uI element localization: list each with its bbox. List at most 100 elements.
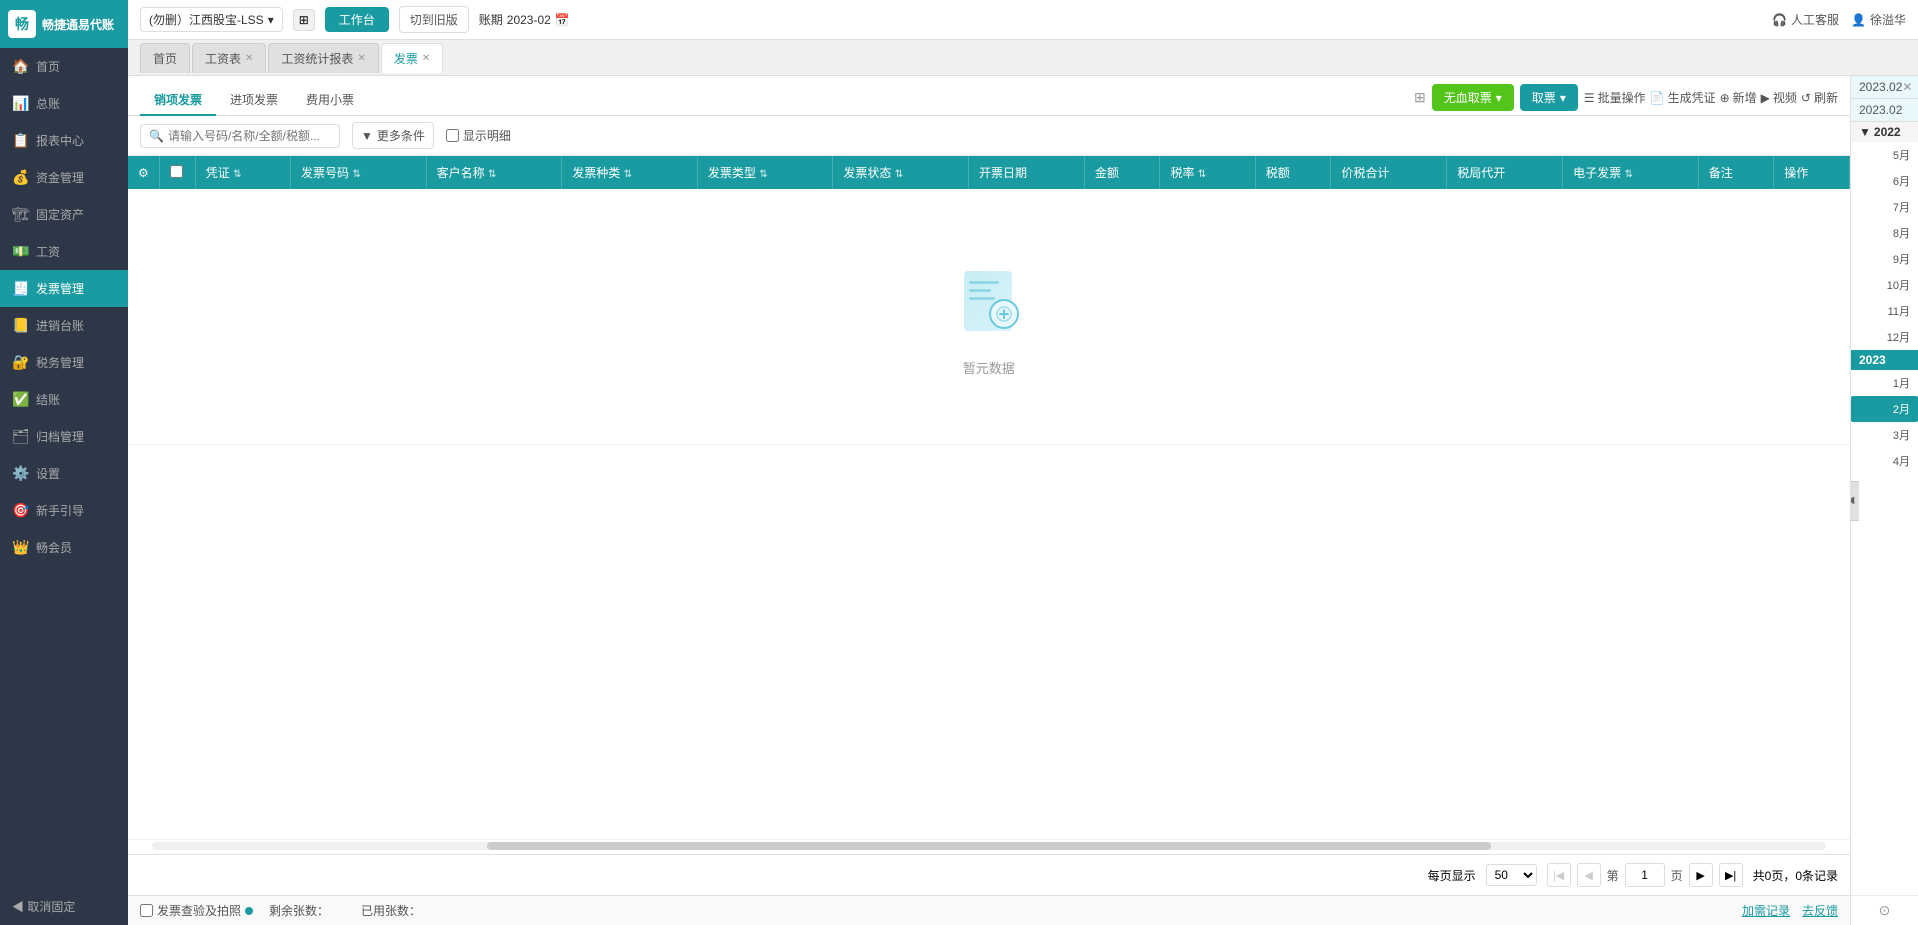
last-page-button[interactable]: ▶|	[1719, 863, 1743, 887]
th-invoice-category: 发票类型 ⇅	[697, 156, 833, 189]
refresh-icon: ↺	[1801, 91, 1811, 105]
sidebar-item-settings[interactable]: ⚙️ 设置	[0, 455, 128, 492]
tab-payroll-report-close[interactable]: ✕	[357, 53, 365, 64]
sidebar-item-label: 总账	[36, 95, 60, 112]
month-2022-11[interactable]: 11月	[1851, 298, 1918, 324]
copy-button[interactable]: ⊞	[293, 9, 315, 31]
month-2022-12[interactable]: 12月	[1851, 324, 1918, 350]
new-button[interactable]: ⊕ 新增	[1720, 89, 1757, 106]
scrollbar-thumb[interactable]	[487, 842, 1491, 850]
sidebar-item-ledger[interactable]: 📊 总账	[0, 85, 128, 122]
scroll-down-icon[interactable]: ⊙	[1879, 902, 1891, 919]
per-page-label: 每页显示	[1428, 867, 1476, 884]
sidebar-item-label: 工资	[36, 243, 60, 260]
empty-state: 暂元数据	[138, 196, 1840, 437]
show-detail-label[interactable]: 显示明细	[446, 127, 511, 144]
refresh-button[interactable]: ↺ 刷新	[1801, 89, 1838, 106]
first-page-button[interactable]: |◀	[1547, 863, 1571, 887]
tax-icon: 🔐	[12, 354, 28, 371]
get-ticket-button[interactable]: 取票 ▾	[1520, 84, 1578, 111]
video-button[interactable]: ▶ 视频	[1761, 89, 1797, 106]
sidebar-item-guide[interactable]: 🎯 新手引导	[0, 492, 128, 529]
tab-payroll[interactable]: 工资表 ✕	[192, 43, 266, 73]
horizontal-scrollbar[interactable]	[152, 842, 1826, 850]
sidebar-item-tax[interactable]: 🔐 税务管理	[0, 344, 128, 381]
th-checkbox[interactable]	[159, 156, 195, 189]
subtab-expense-receipt[interactable]: 费用小票	[292, 85, 368, 116]
search-input[interactable]	[168, 129, 328, 143]
month-2022-9[interactable]: 9月	[1851, 246, 1918, 272]
no-ticket-button[interactable]: 无血取票 ▾	[1432, 84, 1514, 111]
tab-payroll-close[interactable]: ✕	[245, 53, 253, 64]
subtab-bar: 销项发票 进项发票 费用小票 ⊞ 无血取票 ▾ 取票 ▾	[128, 76, 1850, 116]
tab-payroll-report[interactable]: 工资统计报表 ✕	[268, 43, 378, 73]
grid-view-icon[interactable]: ⊞	[1414, 89, 1426, 106]
month-2022-7[interactable]: 7月	[1851, 194, 1918, 220]
page-suffix: 页	[1671, 867, 1683, 884]
month-2023-1[interactable]: 1月	[1851, 370, 1918, 396]
month-2023-3[interactable]: 3月	[1851, 422, 1918, 448]
per-page-select[interactable]: 50 10 20 100	[1486, 864, 1537, 886]
headset-icon: 🎧	[1772, 13, 1787, 27]
gen-voucher-button[interactable]: 📄 生成凭证	[1650, 89, 1716, 106]
sidebar-item-label: 税务管理	[36, 354, 84, 371]
sidebar-item-label: 畅会员	[36, 539, 72, 556]
th-remarks: 备注	[1698, 156, 1774, 189]
sidebar-item-reports[interactable]: 📋 报表中心	[0, 122, 128, 159]
invoice-check-checkbox[interactable]	[140, 904, 153, 917]
sidebar-item-assets[interactable]: 🏗 固定资产	[0, 196, 128, 233]
select-all-checkbox[interactable]	[170, 165, 183, 178]
th-tax-amount: 税额	[1255, 156, 1331, 189]
close-date-icon[interactable]: ✕	[1902, 80, 1912, 94]
month-2022-5[interactable]: 5月	[1851, 142, 1918, 168]
sidebar-item-sales[interactable]: 📒 进销台账	[0, 307, 128, 344]
sidebar-item-funds[interactable]: 💰 资金管理	[0, 159, 128, 196]
user-avatar[interactable]: 👤 徐溢华	[1851, 11, 1906, 28]
sidebar-item-archive[interactable]: 🗂 归档管理	[0, 418, 128, 455]
ai-service-btn[interactable]: 🎧 人工客服	[1772, 11, 1839, 28]
sidebar-item-home[interactable]: 🏠 首页	[0, 48, 128, 85]
month-2023-2[interactable]: 2月	[1851, 396, 1918, 422]
gen-voucher-label: 生成凭证	[1668, 89, 1716, 106]
workbench-button[interactable]: 工作台	[325, 7, 389, 32]
sidebar-item-label: 进销台账	[36, 317, 84, 334]
company-selector[interactable]: (勿删）江西股宝-LSS ▾	[140, 7, 283, 32]
filterbar: 🔍 ▼ 更多条件 显示明细	[128, 116, 1850, 156]
invoice-check-label: 发票查验及拍照	[157, 902, 241, 919]
show-detail-checkbox[interactable]	[446, 129, 459, 142]
invoice-table: ⚙ 凭证 ⇅ 发票号码 ⇅ 客户名称 ⇅ 发票种类 ⇅ 发票类型 ⇅ 发票状态 …	[128, 156, 1850, 445]
month-2022-10[interactable]: 10月	[1851, 272, 1918, 298]
get-ticket-label: 取票	[1532, 89, 1556, 106]
sidebar-item-member[interactable]: 👑 畅会员	[0, 529, 128, 566]
prev-page-button[interactable]: ◀	[1577, 863, 1601, 887]
next-page-button[interactable]: ▶	[1689, 863, 1713, 887]
batch-icon: ☰	[1584, 91, 1595, 105]
month-2022-8[interactable]: 8月	[1851, 220, 1918, 246]
tab-invoice[interactable]: 发票 ✕	[381, 43, 443, 73]
subtab-purchase-invoice[interactable]: 进项发票	[216, 85, 292, 116]
more-conditions-button[interactable]: ▼ 更多条件	[352, 122, 434, 149]
switch-version-button[interactable]: 切到旧版	[399, 6, 469, 33]
tab-home[interactable]: 首页	[140, 43, 190, 73]
month-2022-6[interactable]: 6月	[1851, 168, 1918, 194]
home-icon: 🏠	[12, 58, 28, 75]
gear-icon: ⚙️	[12, 465, 28, 482]
sidebar-item-payroll[interactable]: 💵 工资	[0, 233, 128, 270]
refresh-label: 刷新	[1814, 89, 1838, 106]
batch-op-button[interactable]: ☰ 批量操作	[1584, 89, 1646, 106]
tab-invoice-close[interactable]: ✕	[422, 53, 430, 64]
join-link[interactable]: 加需记录	[1742, 902, 1790, 919]
year-label-2022: ▼ 2022	[1851, 122, 1918, 142]
sidebar-item-label: 设置	[36, 465, 60, 482]
unpin-button[interactable]: ◀ 取消固定	[0, 888, 128, 925]
company-name: (勿删）江西股宝-LSS	[149, 11, 264, 28]
close-date-panel-button[interactable]: ◀	[1850, 481, 1859, 521]
sidebar-item-invoice[interactable]: 🧾 发票管理	[0, 270, 128, 307]
feedback-link[interactable]: 去反馈	[1802, 902, 1838, 919]
th-invoice-no: 发票号码 ⇅	[291, 156, 427, 189]
calendar-icon[interactable]: 📅	[555, 13, 570, 27]
sidebar-item-close[interactable]: ✅ 结账	[0, 381, 128, 418]
subtab-sales-invoice[interactable]: 销项发票	[140, 85, 216, 116]
month-2023-4[interactable]: 4月	[1851, 448, 1918, 474]
page-input[interactable]	[1625, 863, 1665, 887]
